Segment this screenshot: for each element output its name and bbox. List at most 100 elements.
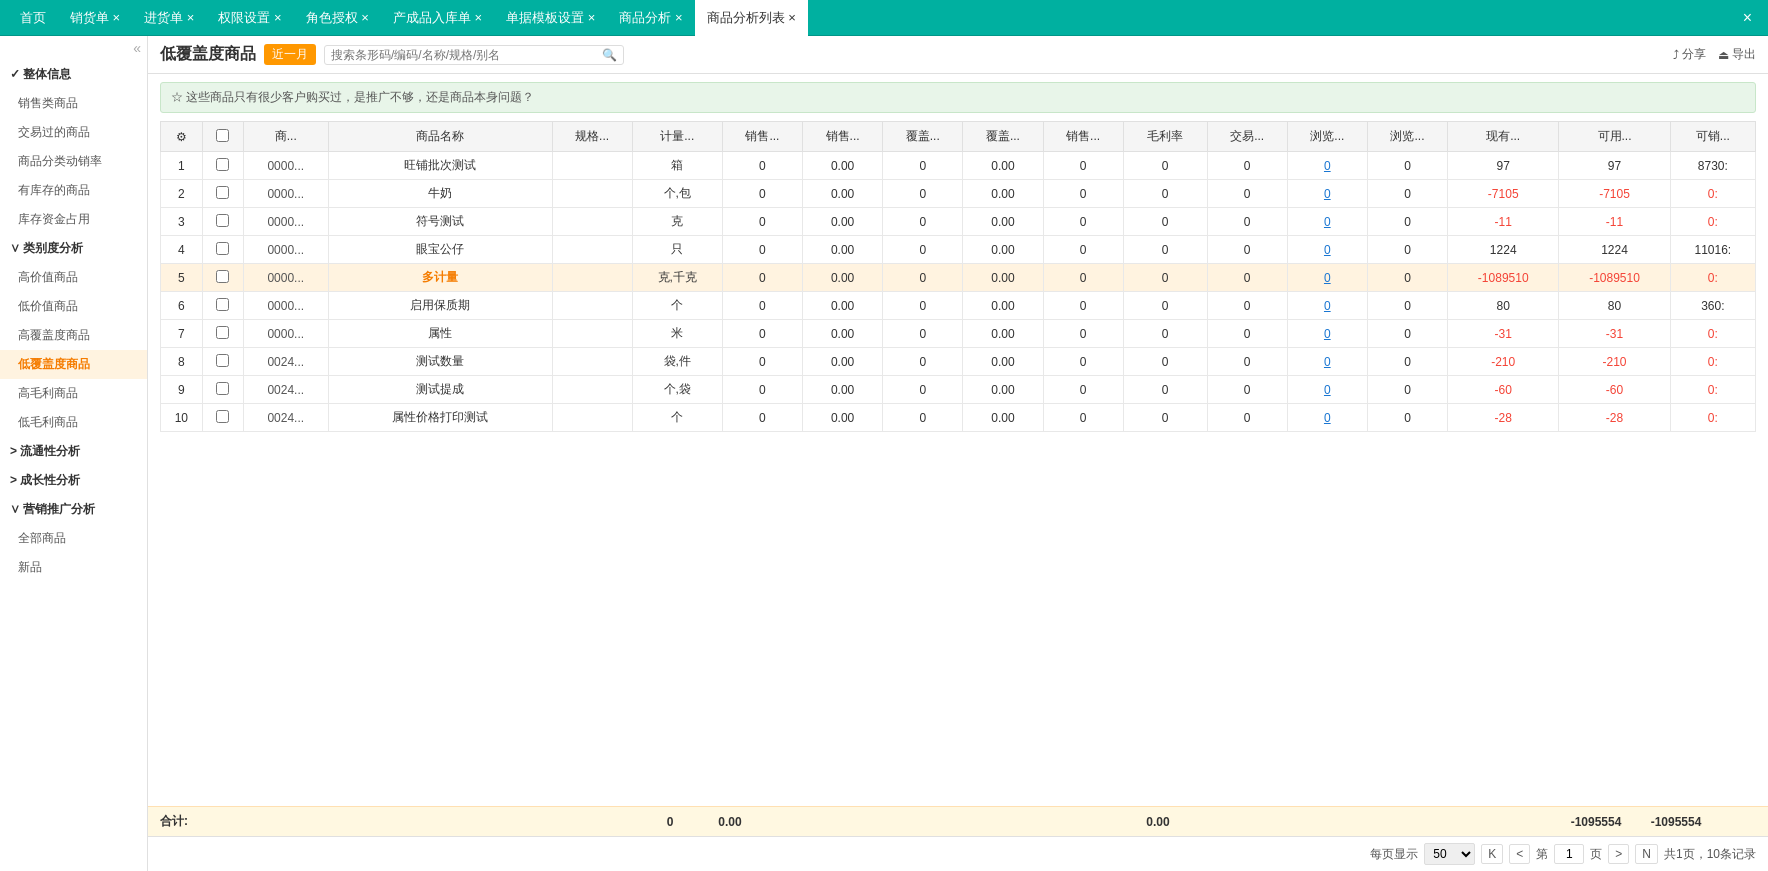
col-name-header[interactable]: 商品名称 [328,122,552,152]
col-unit-header[interactable]: 计量... [632,122,722,152]
view-link[interactable]: 0 [1324,271,1331,285]
row-checkbox[interactable] [202,348,243,376]
row-view1[interactable]: 0 [1287,404,1367,432]
row-checkbox-input[interactable] [216,186,229,199]
view-link[interactable]: 0 [1324,243,1331,257]
row-view1[interactable]: 0 [1287,348,1367,376]
sidebar-item-low-coverage[interactable]: 低覆盖度商品 [0,350,147,379]
sidebar-item-traded-goods[interactable]: 交易过的商品 [0,118,147,147]
prev-page-btn[interactable]: < [1509,844,1530,864]
last-page-btn[interactable]: N [1635,844,1658,864]
col-view1-header[interactable]: 浏览... [1287,122,1367,152]
nav-product-analysis-list[interactable]: 商品分析列表 × [695,0,808,36]
row-view1[interactable]: 0 [1287,376,1367,404]
row-view1[interactable]: 0 [1287,152,1367,180]
nav-home[interactable]: 首页 [8,0,58,36]
search-icon[interactable]: 🔍 [602,48,617,62]
nav-product-analysis[interactable]: 商品分析 × [607,0,694,36]
sidebar-item-stock-goods[interactable]: 有库存的商品 [0,176,147,205]
col-code-header[interactable]: 商... [243,122,328,152]
sidebar-item-all-goods[interactable]: 全部商品 [0,524,147,553]
row-checkbox[interactable] [202,208,243,236]
row-checkbox-input[interactable] [216,298,229,311]
col-sales-amt-header[interactable]: 销售... [802,122,882,152]
view-link[interactable]: 0 [1324,215,1331,229]
col-sellable-header[interactable]: 可销... [1670,122,1755,152]
nav-role[interactable]: 角色授权 × [294,0,381,36]
row-checkbox-input[interactable] [216,214,229,227]
row-checkbox-input[interactable] [216,326,229,339]
sidebar-item-high-value[interactable]: 高价值商品 [0,263,147,292]
row-checkbox[interactable] [202,376,243,404]
col-gross-header[interactable]: 毛利率 [1123,122,1207,152]
share-button[interactable]: ⤴ 分享 [1673,46,1706,63]
view-link[interactable]: 0 [1324,159,1331,173]
sidebar-group-marketing[interactable]: ∨ 营销推广分析 [0,495,147,524]
row-checkbox-input[interactable] [216,382,229,395]
row-view1[interactable]: 0 [1287,264,1367,292]
row-checkbox-input[interactable] [216,270,229,283]
view-link[interactable]: 0 [1324,299,1331,313]
sidebar-group-liquidity[interactable]: > 流通性分析 [0,437,147,466]
row-checkbox[interactable] [202,264,243,292]
sidebar-group-overall[interactable]: ✓ 整体信息 [0,60,147,89]
col-cover2-header[interactable]: 覆盖... [963,122,1043,152]
first-page-btn[interactable]: K [1481,844,1503,864]
row-checkbox[interactable] [202,236,243,264]
search-input[interactable] [331,48,602,62]
row-checkbox[interactable] [202,152,243,180]
col-settings[interactable]: ⚙ [161,122,203,152]
col-cover1-header[interactable]: 覆盖... [883,122,963,152]
row-checkbox[interactable] [202,404,243,432]
row-checkbox[interactable] [202,180,243,208]
col-spec-header[interactable]: 规格... [552,122,632,152]
row-checkbox-input[interactable] [216,410,229,423]
view-link[interactable]: 0 [1324,327,1331,341]
date-filter-button[interactable]: 近一月 [264,44,316,65]
sidebar-item-high-coverage[interactable]: 高覆盖度商品 [0,321,147,350]
sidebar-item-category-rate[interactable]: 商品分类动销率 [0,147,147,176]
col-available-header[interactable]: 可用... [1559,122,1670,152]
nav-permission[interactable]: 权限设置 × [206,0,293,36]
col-sales-count-header[interactable]: 销售... [1043,122,1123,152]
sidebar-group-growth[interactable]: > 成长性分析 [0,466,147,495]
nav-close-btn[interactable]: × [1735,9,1760,27]
export-button[interactable]: ⏏ 导出 [1718,46,1756,63]
nav-warehouse[interactable]: 产成品入库单 × [381,0,494,36]
nav-template[interactable]: 单据模板设置 × [494,0,607,36]
sidebar-collapse-btn[interactable]: « [0,36,147,60]
col-sales-qty-header[interactable]: 销售... [722,122,802,152]
view-link[interactable]: 0 [1324,411,1331,425]
sidebar-item-new-goods[interactable]: 新品 [0,553,147,582]
view-link[interactable]: 0 [1324,355,1331,369]
col-current-header[interactable]: 现有... [1448,122,1559,152]
sidebar-group-category[interactable]: ∨ 类别度分析 [0,234,147,263]
row-checkbox[interactable] [202,320,243,348]
sidebar-item-capital[interactable]: 库存资金占用 [0,205,147,234]
nav-sales[interactable]: 销货单 × [58,0,132,36]
view-link[interactable]: 0 [1324,383,1331,397]
row-view1[interactable]: 0 [1287,208,1367,236]
row-view1[interactable]: 0 [1287,236,1367,264]
row-checkbox-input[interactable] [216,158,229,171]
col-trade-header[interactable]: 交易... [1207,122,1287,152]
table-wrapper[interactable]: ⚙ 商... 商品名称 规格... 计量... 销售... 销售... 覆盖..… [160,121,1756,806]
sidebar-item-sales-goods[interactable]: 销售类商品 [0,89,147,118]
row-view1[interactable]: 0 [1287,180,1367,208]
sidebar-item-low-value[interactable]: 低价值商品 [0,292,147,321]
view-link[interactable]: 0 [1324,187,1331,201]
nav-purchase[interactable]: 进货单 × [132,0,206,36]
row-checkbox-input[interactable] [216,242,229,255]
per-page-select[interactable]: 50 100 [1424,843,1475,865]
col-view2-header[interactable]: 浏览... [1367,122,1447,152]
next-page-btn[interactable]: > [1608,844,1629,864]
row-checkbox[interactable] [202,292,243,320]
sidebar-item-low-profit[interactable]: 低毛利商品 [0,408,147,437]
col-checkbox-header[interactable] [202,122,243,152]
sidebar-item-high-profit[interactable]: 高毛利商品 [0,379,147,408]
page-input[interactable] [1554,844,1584,864]
row-checkbox-input[interactable] [216,354,229,367]
select-all-checkbox[interactable] [216,129,229,142]
row-view1[interactable]: 0 [1287,292,1367,320]
row-view1[interactable]: 0 [1287,320,1367,348]
